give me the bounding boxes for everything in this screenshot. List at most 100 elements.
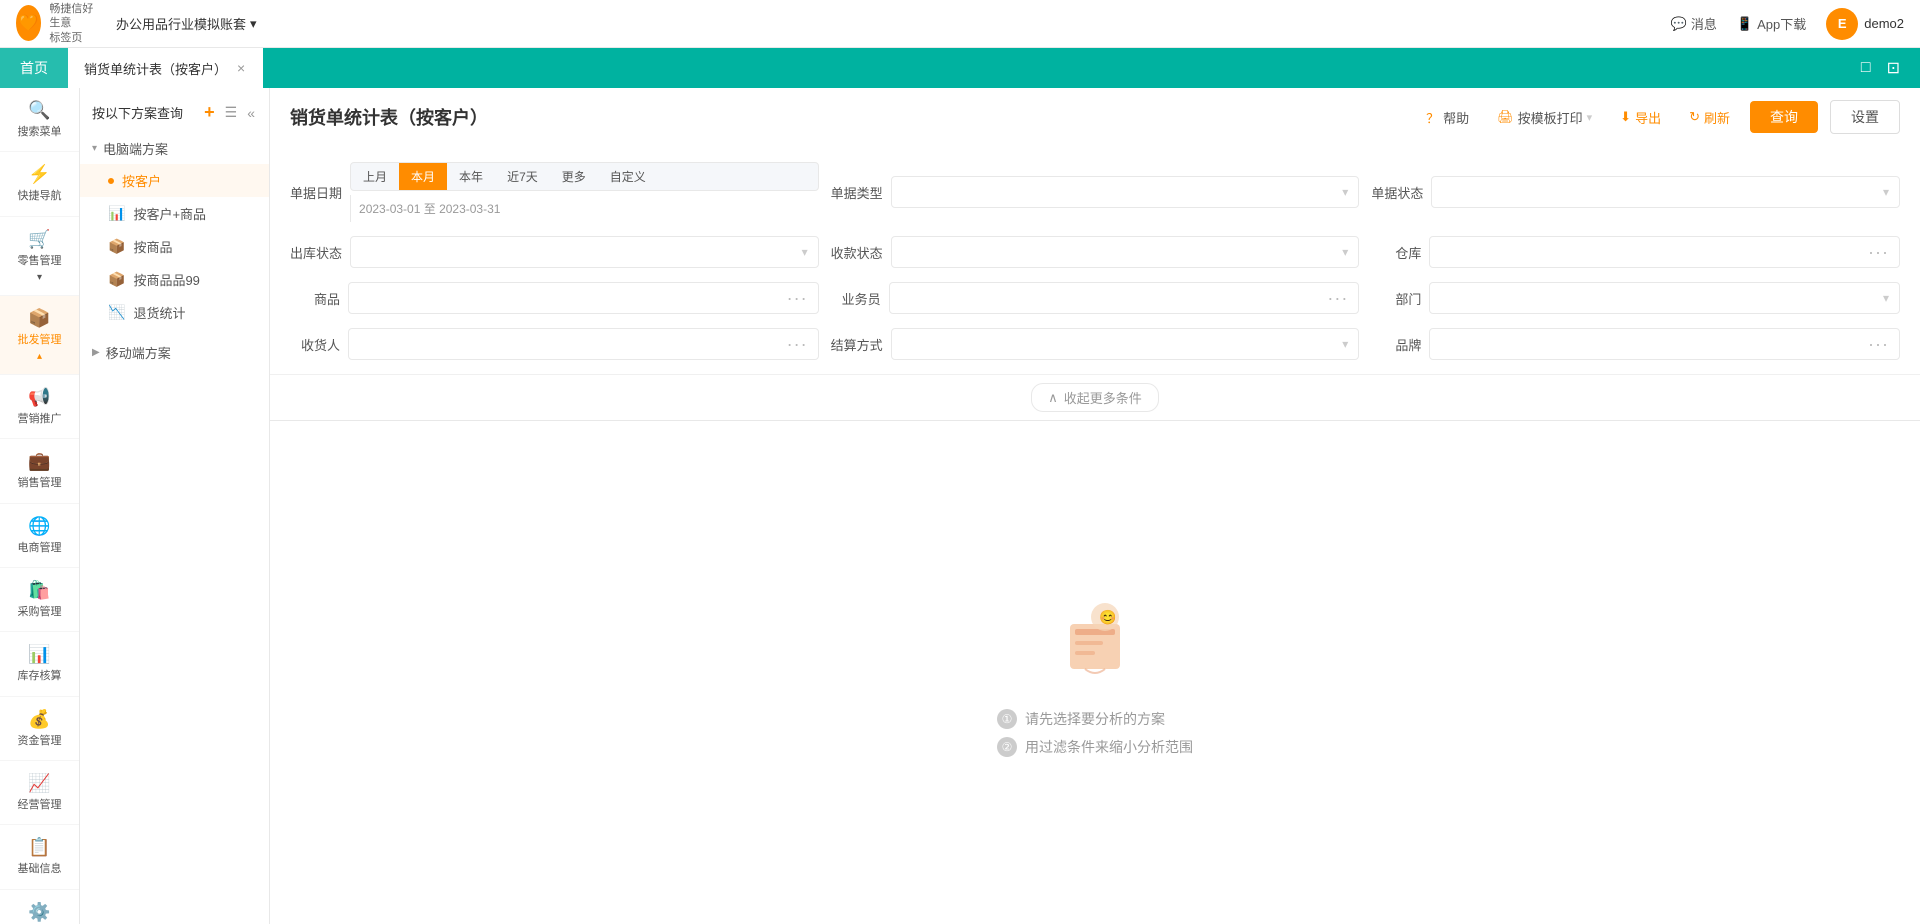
staff-select[interactable]: ···	[889, 282, 1360, 314]
nav-item-by-customer[interactable]: 按客户	[80, 164, 269, 197]
nav-item-by-return[interactable]: 📉 退货统计	[80, 296, 269, 329]
system-icon: ⚙️	[28, 902, 50, 923]
filter-cell-docstatus: 单据状态 ▾	[1371, 176, 1900, 208]
collapse-area: ∧ 收起更多条件	[270, 374, 1920, 420]
sidebar-item-quick-nav[interactable]: ⚡ 快捷导航	[0, 152, 79, 216]
doc-status-arrow-icon: ▾	[1883, 185, 1889, 199]
filter-cell-brand: 品牌 ···	[1371, 328, 1900, 360]
collapse-nav-btn[interactable]: «	[245, 103, 257, 123]
avatar: E	[1826, 8, 1858, 40]
payment-arrow-icon: ▾	[1342, 337, 1348, 351]
filter-section: 单据日期 上月 本月 本年 近7天 更多 自定义	[270, 146, 1920, 420]
refresh-btn[interactable]: ↻ 刷新	[1681, 104, 1738, 131]
add-plan-btn[interactable]: +	[202, 100, 217, 125]
nav-group-desktop-title[interactable]: ▾ 电脑端方案	[80, 133, 269, 164]
sidebar-item-purchase[interactable]: 🛍️ 采购管理	[0, 568, 79, 632]
print-arrow-icon: ▾	[1587, 111, 1593, 124]
industry-selector[interactable]: 办公用品行业模拟账套 ▾	[108, 10, 265, 37]
tip-1-num: ①	[997, 709, 1017, 729]
setting-btn[interactable]: 设置	[1830, 100, 1900, 134]
empty-tips: ① 请先选择要分析的方案 ② 用过滤条件来缩小分析范围	[997, 709, 1193, 757]
purchase-icon: 🛍️	[28, 580, 50, 601]
print-btn[interactable]: 🖨 按模板打印 ▾	[1489, 104, 1600, 131]
basic-icon: 📋	[28, 837, 50, 858]
sidebar-item-basic[interactable]: 📋 基础信息	[0, 825, 79, 889]
nav-group-desktop: ▾ 电脑端方案 按客户 📊 按客户+商品 📦 按商品 📦 按商品品9	[80, 133, 269, 329]
date-btn-more[interactable]: 更多	[550, 163, 598, 190]
doc-status-select[interactable]: ▾	[1431, 176, 1900, 208]
date-btn-this-month[interactable]: 本月	[399, 163, 447, 190]
date-btn-custom[interactable]: 自定义	[598, 163, 658, 190]
main-layout: 🔍 搜索菜单 ⚡ 快捷导航 🛒 零售管理 ▾ 📦 批发管理 ▴ 📢 营销推广 💼…	[0, 88, 1920, 924]
empty-state: 😊 ① 请先选择要分析的方案 ② 用过滤条件来缩小分析范围	[270, 421, 1920, 924]
doc-type-select[interactable]: ▾	[891, 176, 1360, 208]
collapse-btn[interactable]: ∧ 收起更多条件	[1031, 383, 1159, 412]
date-btn-last-month[interactable]: 上月	[351, 163, 399, 190]
tab-active[interactable]: 销货单统计表（按客户） ×	[68, 48, 263, 88]
nav-group-mobile-title[interactable]: ▶ 移动端方案	[80, 337, 269, 368]
help-btn[interactable]: ？ 帮助	[1418, 104, 1477, 131]
retail-arrow-icon: ▾	[37, 272, 42, 283]
date-btn-this-year[interactable]: 本年	[447, 163, 495, 190]
sidebar-item-marketing[interactable]: 📢 营销推广	[0, 375, 79, 439]
sidebar-item-wholesale[interactable]: 📦 批发管理 ▴	[0, 296, 79, 375]
user-name[interactable]: demo2	[1864, 16, 1904, 31]
tab-home[interactable]: 首页	[0, 48, 68, 88]
tab-maximize-btn[interactable]: ⊡	[1883, 54, 1904, 82]
sidebar-item-sales[interactable]: 💼 销售管理	[0, 439, 79, 503]
nav-item-by-customer-product[interactable]: 📊 按客户+商品	[80, 197, 269, 230]
dept-select[interactable]: ▾	[1429, 282, 1900, 314]
brand-label: 品牌	[1371, 335, 1421, 354]
warehouse-label: 仓库	[1371, 243, 1421, 262]
app-download-btn[interactable]: 📱 App下载	[1737, 14, 1806, 33]
sidebar-item-system[interactable]: ⚙️ 系统管理	[0, 890, 79, 924]
brand-select[interactable]: ···	[1429, 328, 1900, 360]
query-btn[interactable]: 查询	[1750, 101, 1818, 133]
nav-item-by-product[interactable]: 📦 按商品	[80, 230, 269, 263]
payment-select[interactable]: ▾	[891, 328, 1360, 360]
sidebar-item-retail[interactable]: 🛒 零售管理 ▾	[0, 217, 79, 296]
nav-group-mobile: ▶ 移动端方案	[80, 337, 269, 368]
ecommerce-icon: 🌐	[28, 516, 50, 537]
sidebar-item-operation[interactable]: 📈 经营管理	[0, 761, 79, 825]
recipient-label: 收货人	[290, 335, 340, 354]
left-nav-title: 按以下方案查询	[92, 103, 183, 122]
empty-tip-1: ① 请先选择要分析的方案	[997, 709, 1193, 729]
export-icon: ⬇	[1620, 109, 1631, 125]
user-area[interactable]: E demo2	[1826, 8, 1904, 40]
out-status-label: 出库状态	[290, 243, 342, 262]
date-range-text: 2023-03-01 至 2023-03-31	[350, 195, 819, 222]
message-btn[interactable]: 💬 消息	[1671, 14, 1717, 33]
sidebar-item-inventory[interactable]: 📊 库存核算	[0, 632, 79, 696]
doc-type-arrow-icon: ▾	[1342, 185, 1348, 199]
tab-bar: 首页 销货单统计表（按客户） × □ ⊡	[0, 48, 1920, 88]
print-icon: 🖨	[1497, 109, 1514, 125]
sales-icon: 💼	[28, 451, 50, 472]
product-select[interactable]: ···	[348, 282, 819, 314]
warehouse-select[interactable]: ···	[1429, 236, 1900, 268]
tab-minimize-btn[interactable]: □	[1857, 55, 1875, 81]
message-icon: 💬	[1671, 16, 1687, 32]
recipient-select[interactable]: ···	[348, 328, 819, 360]
left-nav-actions: + ☰ «	[202, 100, 257, 125]
operation-icon: 📈	[28, 773, 50, 794]
return-icon: 📉	[108, 304, 125, 321]
sidebar-item-ecommerce[interactable]: 🌐 电商管理	[0, 504, 79, 568]
filter-row-4: 收货人 ··· 结算方式 ▾	[290, 328, 1900, 360]
nav-item-by-product-99[interactable]: 📦 按商品品99	[80, 263, 269, 296]
export-btn[interactable]: ⬇ 导出	[1612, 104, 1669, 131]
sidebar-item-finance[interactable]: 💰 资金管理	[0, 697, 79, 761]
date-btn-7days[interactable]: 近7天	[495, 163, 550, 190]
warehouse-dots: ···	[1868, 242, 1889, 263]
brand-dots: ···	[1868, 334, 1889, 355]
out-status-select[interactable]: ▾	[350, 236, 819, 268]
payment-label: 结算方式	[831, 335, 883, 354]
sidebar-item-search-menu[interactable]: 🔍 搜索菜单	[0, 88, 79, 152]
settings-plan-btn[interactable]: ☰	[223, 102, 240, 123]
industry-arrow-icon: ▾	[250, 16, 257, 32]
collect-status-select[interactable]: ▾	[891, 236, 1360, 268]
tab-close-icon[interactable]: ×	[235, 58, 247, 78]
filter-cell-payment: 结算方式 ▾	[831, 328, 1360, 360]
filter-cell-date: 单据日期 上月 本月 本年 近7天 更多 自定义	[290, 162, 819, 222]
top-header: 🧡 畅捷信好生意 标签页 办公用品行业模拟账套 ▾ 💬 消息 📱 App下载 E…	[0, 0, 1920, 48]
